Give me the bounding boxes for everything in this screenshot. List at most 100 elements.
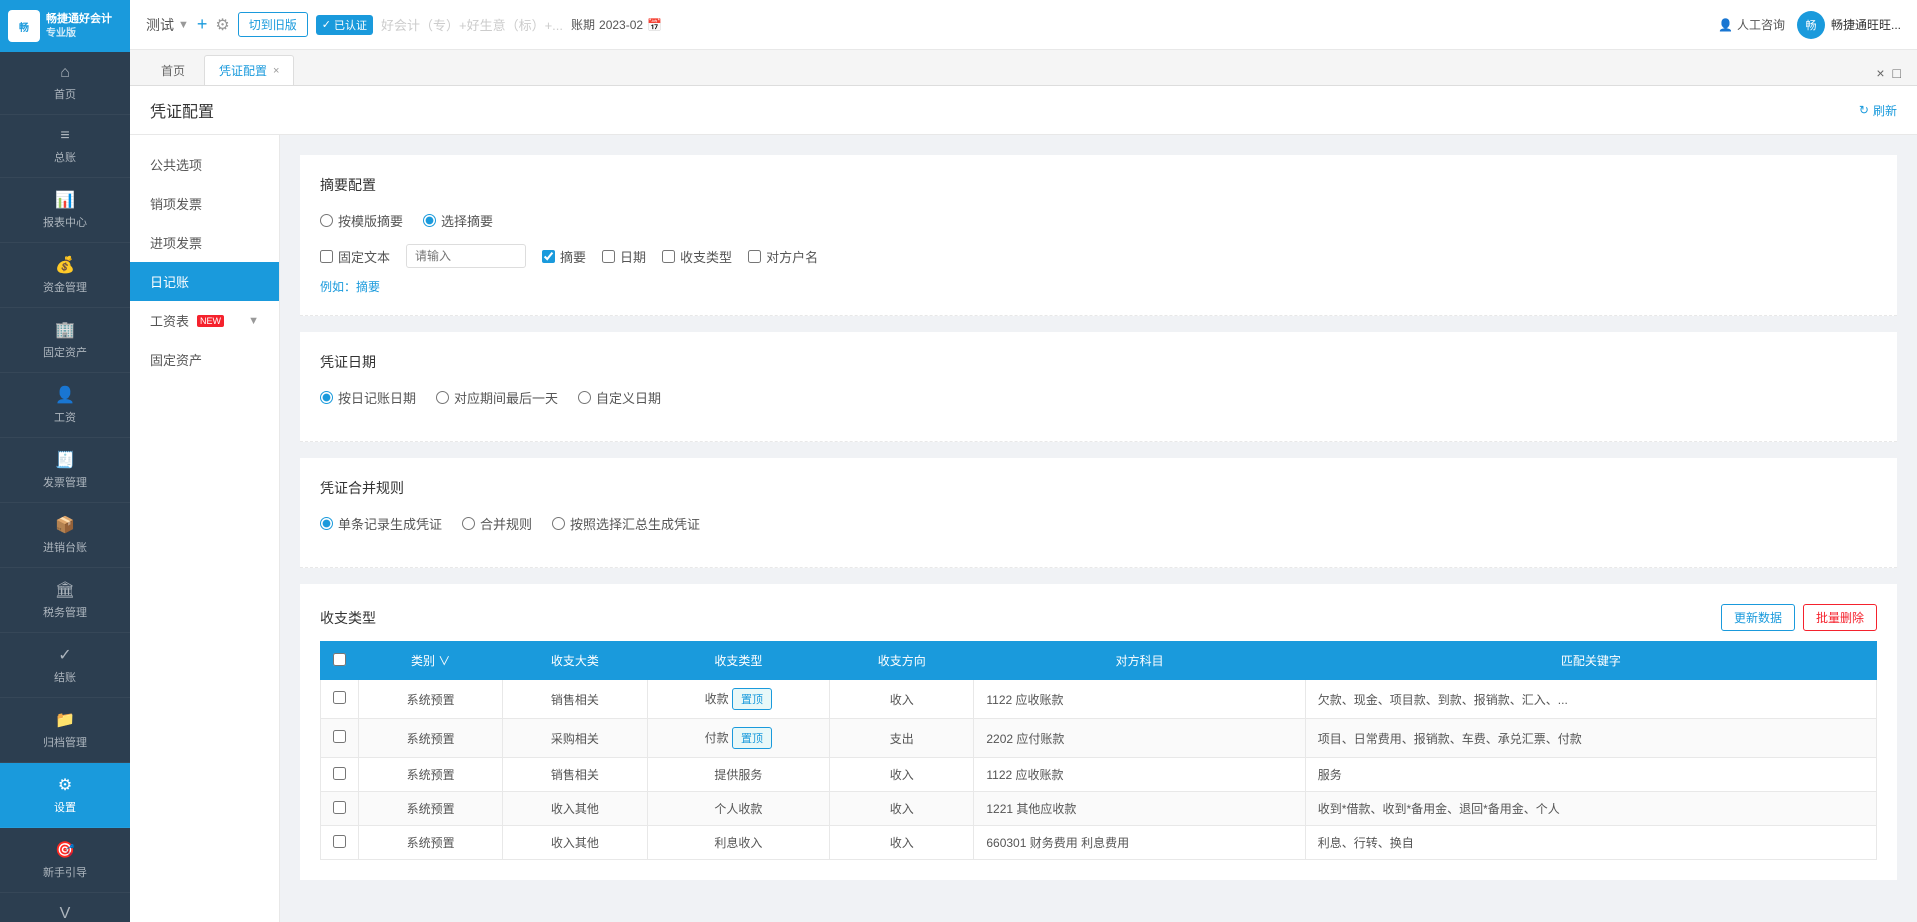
sidebar-item-settlement[interactable]: ✓结账 xyxy=(0,633,130,698)
sidebar-item-archive[interactable]: 📁归档管理 xyxy=(0,698,130,763)
summary-config-title: 摘要配置 xyxy=(320,175,1877,195)
sidebar-item-ledger[interactable]: ≡总账 xyxy=(0,115,130,178)
left-nav-public[interactable]: 公共选项 xyxy=(130,145,279,184)
sidebar-item-home[interactable]: ⌂首页 xyxy=(0,52,130,115)
cb-date[interactable]: 日期 xyxy=(602,247,646,266)
settings-icon: ⚙ xyxy=(58,775,72,795)
left-nav-purchase-invoice[interactable]: 进项发票 xyxy=(130,223,279,262)
table-row: 系统预置 采购相关 付款 置顶 支出 2202 应付账款 项目、日常费用、报销款… xyxy=(321,719,1877,758)
sidebar-item-settings[interactable]: ⚙设置 xyxy=(0,763,130,828)
tax-icon: 🏛 xyxy=(55,580,75,600)
add-button[interactable]: + xyxy=(197,14,208,35)
batch-delete-button[interactable]: 批量删除 xyxy=(1803,604,1877,631)
left-nav-payroll[interactable]: 工资表 NEW ▼ xyxy=(130,301,279,340)
sidebar-item-purchase-sales[interactable]: 📦进销台账 xyxy=(0,503,130,568)
summary-radio-group: 按模版摘要 选择摘要 xyxy=(320,211,1877,230)
radio-period-last[interactable]: 对应期间最后一天 xyxy=(436,388,558,407)
sidebar-item-reports[interactable]: 📊报表中心 xyxy=(0,178,130,243)
avatar: 畅 xyxy=(1797,11,1825,39)
radio-custom-date[interactable]: 自定义日期 xyxy=(578,388,661,407)
topbar-right: 👤 人工咨询 畅 畅捷通旺旺... xyxy=(1718,11,1901,39)
fixed-assets-icon: 🏢 xyxy=(55,320,75,340)
table-row: 系统预置 收入其他 利息收入 收入 660301 财务费用 利息费用 利息、行转… xyxy=(321,826,1877,860)
left-nav-journal[interactable]: 日记账 xyxy=(130,262,279,301)
radio-single[interactable]: 单条记录生成凭证 xyxy=(320,514,442,533)
row-checkbox-1[interactable] xyxy=(333,691,346,704)
radio-by-template[interactable]: 按模版摘要 xyxy=(320,211,403,230)
certified-icon: ✓ xyxy=(322,18,331,31)
sidebar-item-invoice[interactable]: 🧾发票管理 xyxy=(0,438,130,503)
left-nav: 公共选项 销项发票 进项发票 日记账 工资表 NEW ▼ 固定资产 xyxy=(130,135,280,922)
radio-merge-rules[interactable]: 合并规则 xyxy=(462,514,532,533)
refresh-button[interactable]: ↻ 刷新 xyxy=(1859,102,1897,119)
left-nav-fixed-assets[interactable]: 固定资产 xyxy=(130,340,279,379)
tag-button-2[interactable]: 置顶 xyxy=(732,727,772,749)
switch-version-button[interactable]: 切到旧版 xyxy=(238,12,308,37)
sidebar-item-funds[interactable]: 💰资金管理 xyxy=(0,243,130,308)
username: 畅捷通旺旺... xyxy=(1831,16,1901,33)
tag-button-1[interactable]: 置顶 xyxy=(732,688,772,710)
topbar: 测试 ▼ + ⚙ 切到旧版 ✓ 已认证 好会计（专）+好生意（标）+... 账期… xyxy=(130,0,1917,50)
user-menu[interactable]: 畅 畅捷通旺旺... xyxy=(1797,11,1901,39)
radio-by-select[interactable]: 选择摘要 xyxy=(423,211,493,230)
table-header: 收支类型 更新数据 批量删除 xyxy=(320,604,1877,631)
cb-income-type[interactable]: 收支类型 xyxy=(662,247,732,266)
tab-home[interactable]: 首页 xyxy=(146,55,200,85)
certified-badge: ✓ 已认证 xyxy=(316,15,373,35)
row-checkbox-2[interactable] xyxy=(333,730,346,743)
table-row: 系统预置 收入其他 个人收款 收入 1221 其他应收款 收到*借款、收到*备用… xyxy=(321,792,1877,826)
cb-counterparty[interactable]: 对方户名 xyxy=(748,247,818,266)
tab-voucher-config[interactable]: 凭证配置 × xyxy=(204,55,294,85)
purchase-sales-icon: 📦 xyxy=(55,515,75,535)
update-data-button[interactable]: 更新数据 xyxy=(1721,604,1795,631)
sidebar-item-tax[interactable]: 🏛税务管理 xyxy=(0,568,130,633)
logo-icon: 畅 xyxy=(8,10,40,42)
sidebar-item-guide[interactable]: 🎯新手引导 xyxy=(0,828,130,893)
app-logo: 畅 畅捷通好会计 专业版 xyxy=(0,0,130,52)
sidebar-item-vip[interactable]: V畅会员 xyxy=(0,893,130,922)
tab-close-icon[interactable]: × xyxy=(273,65,279,77)
split-layout: 公共选项 销项发票 进项发票 日记账 工资表 NEW ▼ 固定资产 xyxy=(130,135,1917,922)
fixed-text-input[interactable] xyxy=(406,244,526,268)
page-title: 凭证配置 xyxy=(150,98,214,122)
row-checkbox-3[interactable] xyxy=(333,767,346,780)
vip-icon: V xyxy=(60,905,71,922)
th-category: 类别 ∨ xyxy=(359,642,503,680)
page-header: 凭证配置 ↻ 刷新 xyxy=(130,86,1917,135)
guide-icon: 🎯 xyxy=(55,840,75,860)
logo-text: 畅捷通好会计 专业版 xyxy=(46,12,112,39)
window-maximize-icon[interactable]: □ xyxy=(1893,65,1901,81)
row-checkbox-4[interactable] xyxy=(333,801,346,814)
help-button[interactable]: 👤 人工咨询 xyxy=(1718,16,1785,33)
voucher-merge-section: 凭证合并规则 单条记录生成凭证 合并规则 按照选择汇总生成凭证 xyxy=(300,458,1897,568)
cb-fixed-text[interactable]: 固定文本 xyxy=(320,247,390,266)
th-checkbox xyxy=(321,642,359,680)
refresh-icon: ↻ xyxy=(1859,103,1869,117)
help-icon: 👤 xyxy=(1718,18,1733,32)
sidebar-item-payroll[interactable]: 👤工资 xyxy=(0,373,130,438)
th-type: 收支类型 xyxy=(647,642,830,680)
tabbar: 首页 凭证配置 × × □ xyxy=(130,50,1917,86)
cb-summary[interactable]: 摘要 xyxy=(542,247,586,266)
topbar-title[interactable]: 测试 ▼ xyxy=(146,15,189,35)
voucher-date-radio-group: 按日记账日期 对应期间最后一天 自定义日期 xyxy=(320,388,1877,407)
radio-by-journal-date[interactable]: 按日记账日期 xyxy=(320,388,416,407)
voucher-merge-radio-group: 单条记录生成凭证 合并规则 按照选择汇总生成凭证 xyxy=(320,514,1877,533)
new-badge: NEW xyxy=(197,315,224,327)
expand-arrow-icon: ▼ xyxy=(248,315,259,327)
radio-by-select-total[interactable]: 按照选择汇总生成凭证 xyxy=(552,514,700,533)
th-major-type: 收支大类 xyxy=(503,642,647,680)
left-nav-sales-invoice[interactable]: 销项发票 xyxy=(130,184,279,223)
topbar-period: 账期 2023-02 📅 xyxy=(571,16,662,33)
invoice-icon: 🧾 xyxy=(55,450,75,470)
reports-icon: 📊 xyxy=(55,190,75,210)
sidebar-item-fixed-assets[interactable]: 🏢固定资产 xyxy=(0,308,130,373)
income-expense-section: 收支类型 更新数据 批量删除 类别 ∨ 收支大类 收支类型 xyxy=(300,584,1897,880)
select-all-checkbox[interactable] xyxy=(333,653,346,666)
window-close-icon[interactable]: × xyxy=(1876,65,1884,81)
sidebar: 畅 畅捷通好会计 专业版 ⌂首页 ≡总账 📊报表中心 💰资金管理 🏢固定资产 👤… xyxy=(0,0,130,922)
content-area: 凭证配置 ↻ 刷新 公共选项 销项发票 进项发票 日记账 xyxy=(130,86,1917,922)
settings-button[interactable]: ⚙ xyxy=(215,15,229,35)
example-text: 例如：摘要 xyxy=(320,278,1877,295)
row-checkbox-5[interactable] xyxy=(333,835,346,848)
